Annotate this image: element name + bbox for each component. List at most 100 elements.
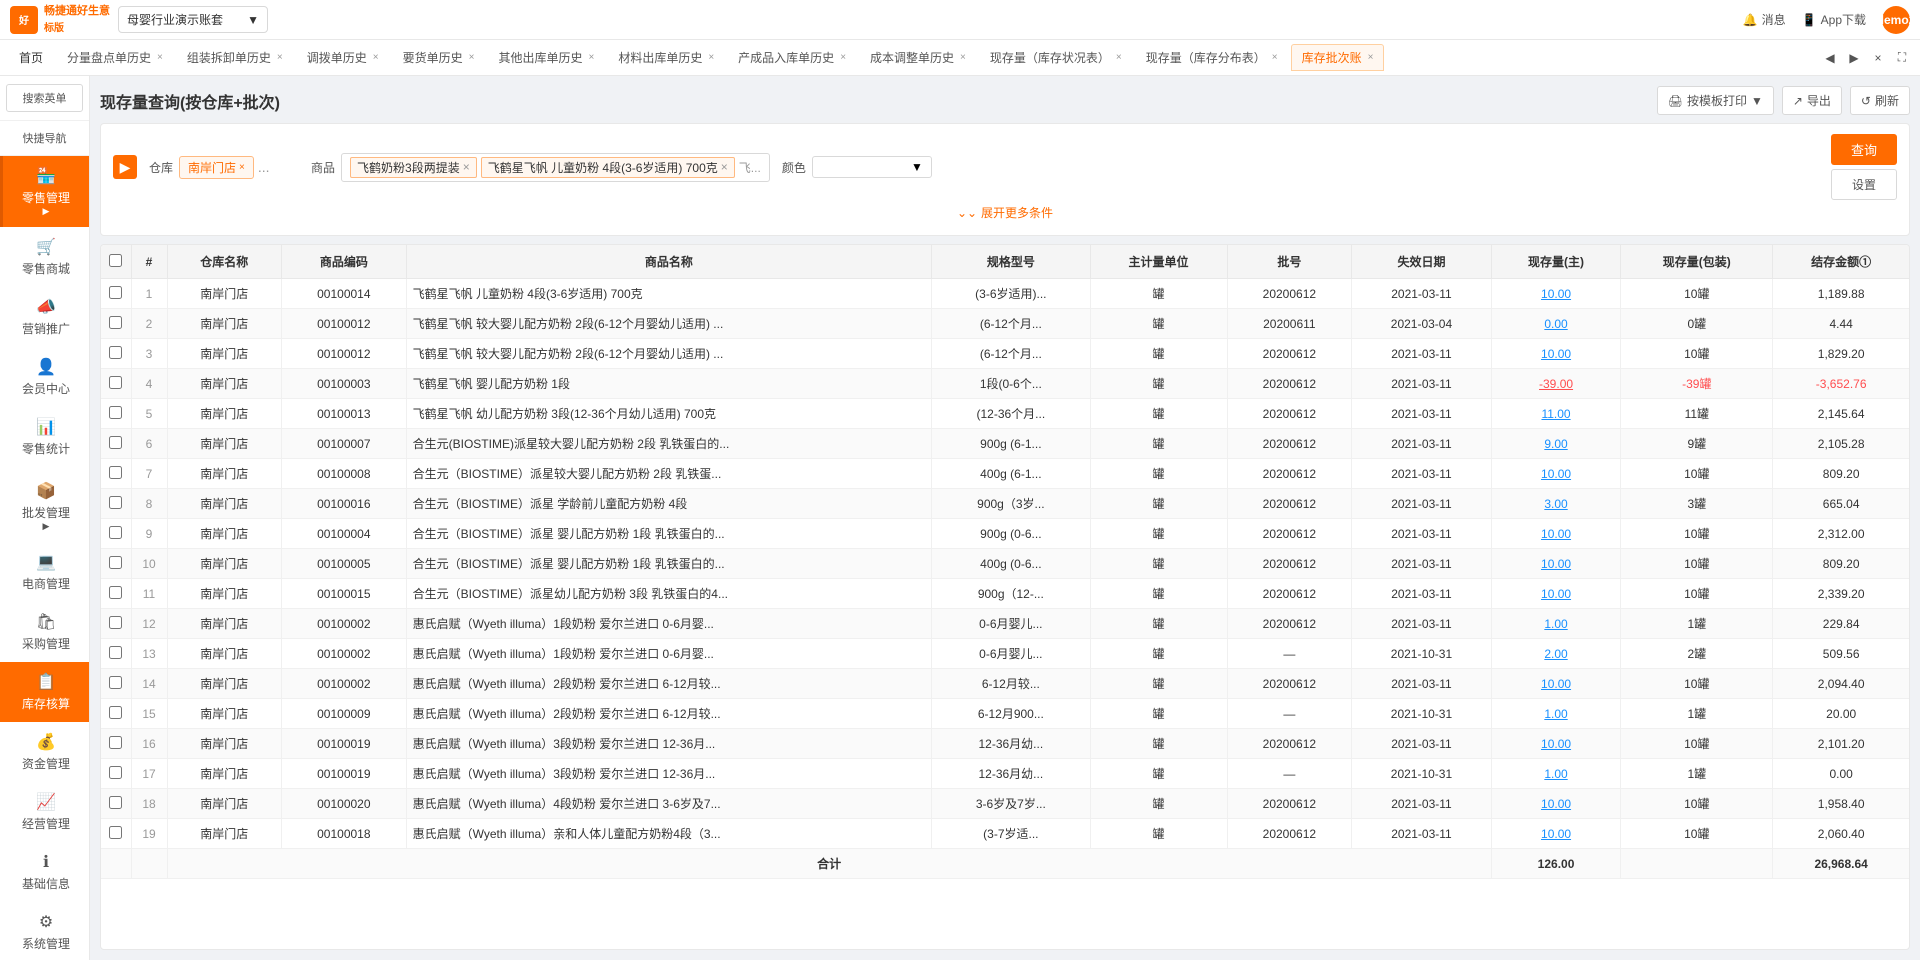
sidebar-item-retail-mgmt[interactable]: 🏪 零售管理 ▶ — [0, 156, 89, 227]
cell-checkbox[interactable] — [101, 489, 131, 519]
tab-material-out[interactable]: 材料出库单历史 × — [607, 44, 725, 71]
cell-qty-main[interactable]: 2.00 — [1491, 639, 1621, 669]
tab-close-batch-voucher[interactable]: × — [1368, 52, 1374, 63]
cell-checkbox[interactable] — [101, 549, 131, 579]
table-scroll[interactable]: # 仓库名称 商品编码 商品名称 规格型号 主计量单位 批号 失效日期 现存量(… — [101, 245, 1909, 949]
tab-product-in[interactable]: 产成品入库单历史 × — [727, 44, 857, 71]
cell-qty-main[interactable]: 10.00 — [1491, 819, 1621, 849]
tab-close-material-out[interactable]: × — [708, 52, 714, 63]
tab-close-product-in[interactable]: × — [840, 52, 846, 63]
cell-qty-main[interactable]: 10.00 — [1491, 459, 1621, 489]
app-download-btn[interactable]: 📱 App下载 — [1802, 11, 1866, 28]
export-btn[interactable]: ↗ 导出 — [1782, 86, 1842, 115]
filter-toggle-btn[interactable]: ▶ — [113, 155, 137, 179]
sidebar-item-system[interactable]: ⚙ 系统管理 — [0, 902, 89, 960]
quick-nav-btn[interactable]: 快捷导航 — [0, 125, 89, 151]
sidebar-item-inventory[interactable]: 📋 库存核算 — [0, 662, 89, 722]
sidebar-item-retail-shop[interactable]: 🛒 零售商城 — [0, 227, 89, 287]
cell-checkbox[interactable] — [101, 309, 131, 339]
sidebar-item-ecommerce[interactable]: 💻 电商管理 — [0, 542, 89, 602]
sidebar-item-finance[interactable]: 💰 资金管理 — [0, 722, 89, 782]
select-all-checkbox[interactable] — [109, 254, 122, 267]
tab-batch-voucher[interactable]: 库存批次账 × — [1291, 44, 1385, 71]
cell-checkbox[interactable] — [101, 339, 131, 369]
query-btn[interactable]: 查询 — [1831, 134, 1897, 165]
account-selector[interactable]: 母婴行业演示账套 ▼ — [118, 6, 268, 33]
print-btn[interactable]: 🖨 按模板打印 ▼ — [1657, 86, 1774, 115]
tab-close-other-out[interactable]: × — [588, 52, 594, 63]
search-menu-btn[interactable]: 搜索英单 — [6, 84, 83, 112]
cell-qty-main[interactable]: 0.00 — [1491, 309, 1621, 339]
cell-qty-main[interactable]: 10.00 — [1491, 339, 1621, 369]
sidebar-item-purchase[interactable]: 🛍 采购管理 — [0, 602, 89, 662]
cell-checkbox[interactable] — [101, 609, 131, 639]
tab-close-requisition[interactable]: × — [469, 52, 475, 63]
tab-close-transfer[interactable]: × — [373, 52, 379, 63]
tab-close-stock-split[interactable]: × — [157, 52, 163, 63]
cell-qty-main[interactable]: 10.00 — [1491, 549, 1621, 579]
cell-qty-main[interactable]: 3.00 — [1491, 489, 1621, 519]
color-selector[interactable]: ▼ — [812, 156, 932, 178]
warehouse-label: 仓库 — [149, 159, 173, 176]
tab-stock-status[interactable]: 现存量（库存状况表） × — [979, 44, 1133, 71]
tab-close-cost-adjust[interactable]: × — [960, 52, 966, 63]
cell-checkbox[interactable] — [101, 429, 131, 459]
cell-qty-main[interactable]: 1.00 — [1491, 699, 1621, 729]
cell-qty-main[interactable]: 10.00 — [1491, 519, 1621, 549]
cell-qty-main[interactable]: 1.00 — [1491, 759, 1621, 789]
tab-other-out[interactable]: 其他出库单历史 × — [487, 44, 605, 71]
cell-qty-main[interactable]: 1.00 — [1491, 609, 1621, 639]
cell-checkbox[interactable] — [101, 579, 131, 609]
tab-stock-split[interactable]: 分量盘点单历史 × — [56, 44, 174, 71]
cell-checkbox[interactable] — [101, 729, 131, 759]
cell-qty-main[interactable]: 9.00 — [1491, 429, 1621, 459]
tab-stock-dist[interactable]: 现存量（库存分布表） × — [1135, 44, 1289, 71]
tab-close-all[interactable]: × — [1868, 48, 1888, 68]
tab-prev-arrow[interactable]: ◀ — [1820, 48, 1840, 68]
product-tag-1-close[interactable]: × — [463, 160, 470, 174]
cell-qty-main[interactable]: 11.00 — [1491, 399, 1621, 429]
tab-cost-adjust[interactable]: 成本调整单历史 × — [859, 44, 977, 71]
cell-checkbox[interactable] — [101, 669, 131, 699]
product-filter-input[interactable]: 飞鹤奶粉3段两提装 × 飞鹤星飞帆 儿童奶粉 4段(3-6岁适用) 700克 ×… — [341, 153, 770, 182]
tab-disassemble[interactable]: 组装拆卸单历史 × — [176, 44, 294, 71]
sidebar-item-member[interactable]: 👤 会员中心 — [0, 347, 89, 407]
warehouse-tag-close[interactable]: × — [239, 162, 245, 173]
tab-fullscreen[interactable]: ⛶ — [1892, 48, 1912, 68]
cell-qty-main[interactable]: 10.00 — [1491, 579, 1621, 609]
cell-checkbox[interactable] — [101, 819, 131, 849]
sidebar-item-basic-info[interactable]: ℹ 基础信息 — [0, 842, 89, 902]
cell-qty-main[interactable]: 10.00 — [1491, 729, 1621, 759]
sidebar-item-retail-stats[interactable]: 📊 零售统计 — [0, 407, 89, 467]
cell-checkbox[interactable] — [101, 279, 131, 309]
settings-btn[interactable]: 设置 — [1831, 169, 1897, 200]
cell-checkbox[interactable] — [101, 639, 131, 669]
cell-checkbox[interactable] — [101, 459, 131, 489]
tab-requisition[interactable]: 要货单历史 × — [392, 44, 486, 71]
tab-next-arrow[interactable]: ▶ — [1844, 48, 1864, 68]
cell-checkbox[interactable] — [101, 369, 131, 399]
sidebar-item-wholesale[interactable]: 📦 批发管理 ▶ — [0, 471, 89, 542]
product-tag-2-close[interactable]: × — [721, 160, 728, 174]
cell-qty-main[interactable]: 10.00 — [1491, 789, 1621, 819]
expand-filter-btn[interactable]: ⌄⌄ 展开更多条件 — [113, 200, 1897, 225]
tab-close-stock-dist[interactable]: × — [1272, 52, 1278, 63]
messages-btn[interactable]: 🔔 消息 — [1743, 11, 1786, 28]
avatar[interactable]: demo2 — [1882, 6, 1910, 34]
cell-checkbox[interactable] — [101, 759, 131, 789]
tab-close-disassemble[interactable]: × — [277, 52, 283, 63]
sidebar-item-operations[interactable]: 📈 经营管理 — [0, 782, 89, 842]
sidebar-item-marketing[interactable]: 📣 营销推广 — [0, 287, 89, 347]
tab-home[interactable]: 首页 — [8, 44, 54, 71]
cell-checkbox[interactable] — [101, 699, 131, 729]
warehouse-more-btn[interactable]: ... — [258, 159, 270, 175]
cell-checkbox[interactable] — [101, 519, 131, 549]
cell-qty-main[interactable]: 10.00 — [1491, 279, 1621, 309]
cell-qty-main[interactable]: 10.00 — [1491, 669, 1621, 699]
tab-transfer[interactable]: 调拨单历史 × — [296, 44, 390, 71]
cell-qty-main[interactable]: -39.00 — [1491, 369, 1621, 399]
cell-checkbox[interactable] — [101, 399, 131, 429]
tab-close-stock-status[interactable]: × — [1116, 52, 1122, 63]
cell-checkbox[interactable] — [101, 789, 131, 819]
refresh-btn[interactable]: ↺ 刷新 — [1850, 86, 1910, 115]
